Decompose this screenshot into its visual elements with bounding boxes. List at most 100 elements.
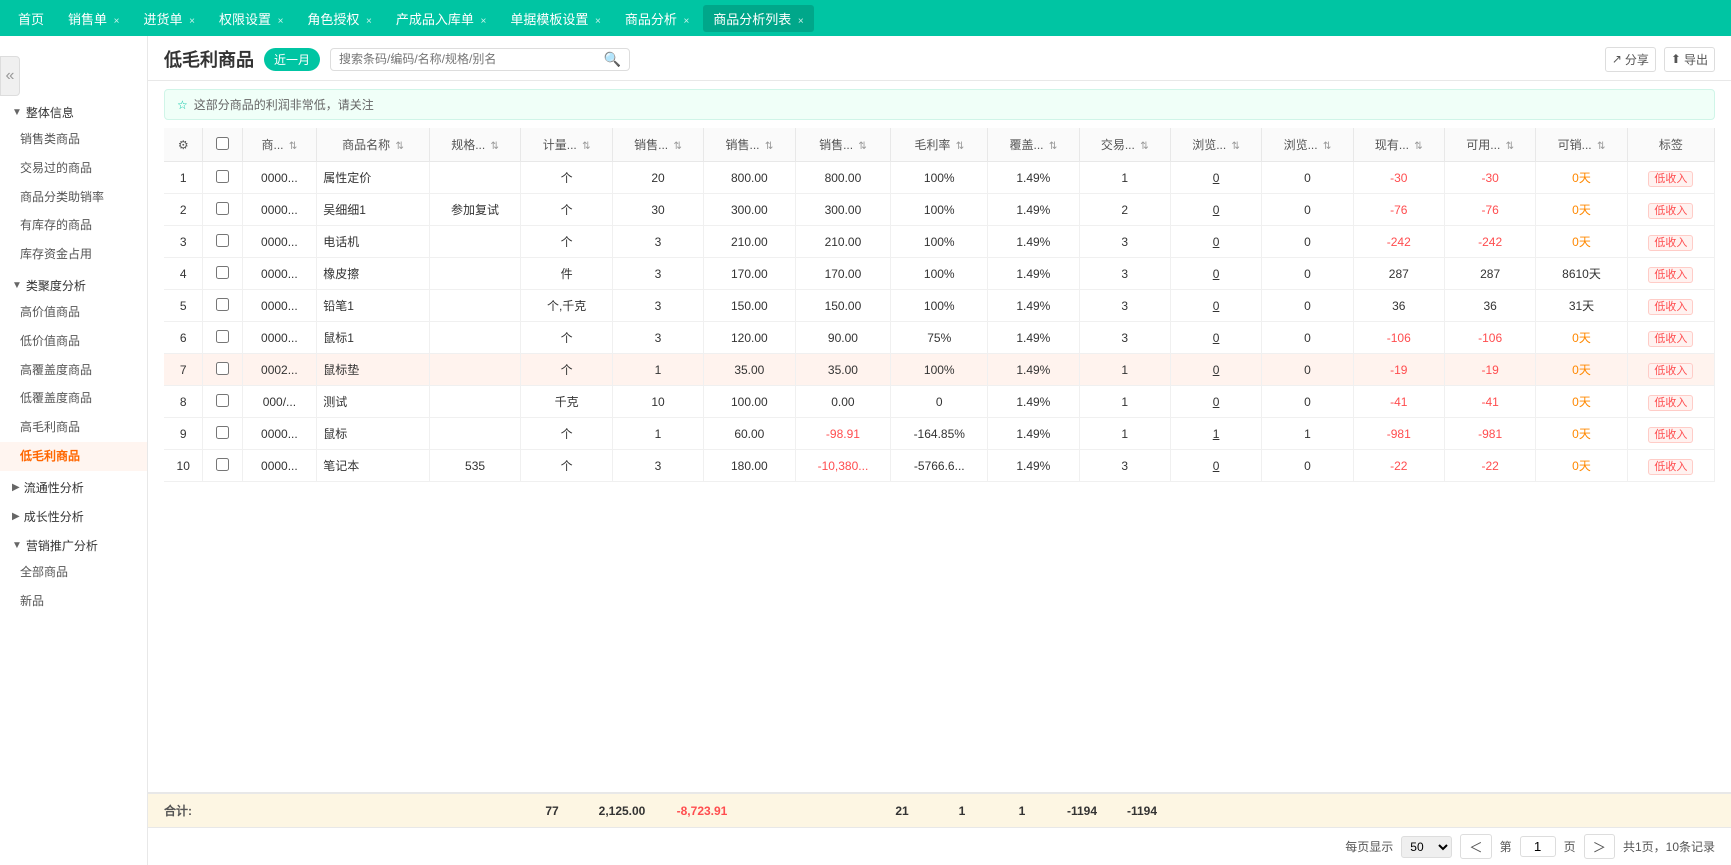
col-coverage[interactable]: 覆盖... ⇅ xyxy=(988,128,1079,162)
sidebar-group-growth[interactable]: ▶ 成长性分析 xyxy=(0,500,147,529)
nav-templates[interactable]: 单据模板设置 × xyxy=(500,5,610,32)
row-tag: 低收入 xyxy=(1627,290,1714,322)
nav-close-purchase[interactable]: × xyxy=(189,16,195,27)
nav-home[interactable]: 首页 xyxy=(8,5,54,32)
sidebar-group-cluster[interactable]: ▼ 类聚度分析 xyxy=(0,269,147,298)
row-coverage: 1.49% xyxy=(988,354,1079,386)
col-code[interactable]: 商... ⇅ xyxy=(242,128,317,162)
page-size-select[interactable]: 50 100 200 xyxy=(1401,836,1452,858)
sidebar-item-traded-goods[interactable]: 交易过的商品 xyxy=(0,154,147,183)
nav-close-products[interactable]: × xyxy=(481,16,487,27)
sidebar-group-liquidity[interactable]: ▶ 流通性分析 xyxy=(0,471,147,500)
nav-permissions[interactable]: 权限设置 × xyxy=(209,5,293,32)
table-row: 10000...属性定价个20800.00800.00100%1.49%100-… xyxy=(164,162,1715,194)
row-name: 笔记本 xyxy=(317,450,429,482)
row-checkbox-input[interactable] xyxy=(216,298,229,311)
row-checkbox-input[interactable] xyxy=(216,330,229,343)
nav-close-templates[interactable]: × xyxy=(595,16,601,27)
col-browse2[interactable]: 浏览... ⇅ xyxy=(1262,128,1353,162)
row-browse1[interactable]: 1 xyxy=(1170,418,1261,450)
nav-purchase[interactable]: 进货单 × xyxy=(133,5,204,32)
page-input[interactable] xyxy=(1520,836,1556,857)
sidebar-item-all-goods[interactable]: 全部商品 xyxy=(0,558,147,587)
row-browse1[interactable]: 0 xyxy=(1170,450,1261,482)
col-sale-amount[interactable]: 销售... ⇅ xyxy=(795,128,891,162)
row-browse1[interactable]: 0 xyxy=(1170,322,1261,354)
sidebar-group-overall[interactable]: ▼ 整体信息 xyxy=(0,96,147,125)
sidebar-item-new-goods[interactable]: 新品 xyxy=(0,587,147,616)
search-input[interactable] xyxy=(339,52,604,66)
sidebar-item-high-margin[interactable]: 高毛利商品 xyxy=(0,413,147,442)
sidebar-item-stocked-goods[interactable]: 有库存的商品 xyxy=(0,211,147,240)
row-browse1[interactable]: 0 xyxy=(1170,162,1261,194)
nav-sales[interactable]: 销售单 × xyxy=(58,5,129,32)
row-unit: 个 xyxy=(521,354,612,386)
col-sellable[interactable]: 可销... ⇅ xyxy=(1536,128,1627,162)
col-sale-qty[interactable]: 销售... ⇅ xyxy=(612,128,703,162)
row-checkbox[interactable] xyxy=(203,418,242,450)
row-checkbox-input[interactable] xyxy=(216,170,229,183)
time-filter-button[interactable]: 近一月 xyxy=(264,48,320,71)
nav-analysis-list[interactable]: 商品分析列表 × xyxy=(703,5,813,32)
nav-roles[interactable]: 角色授权 × xyxy=(297,5,381,32)
row-checkbox-input[interactable] xyxy=(216,266,229,279)
col-browse1[interactable]: 浏览... ⇅ xyxy=(1170,128,1261,162)
row-checkbox[interactable] xyxy=(203,258,242,290)
nav-analysis[interactable]: 商品分析 × xyxy=(615,5,699,32)
row-sellable: 0天 xyxy=(1536,386,1627,418)
row-checkbox-input[interactable] xyxy=(216,362,229,375)
col-tag[interactable]: 标签 xyxy=(1627,128,1714,162)
row-browse1[interactable]: 0 xyxy=(1170,290,1261,322)
sidebar-item-sales-goods[interactable]: 销售类商品 xyxy=(0,125,147,154)
row-checkbox-input[interactable] xyxy=(216,234,229,247)
row-checkbox-input[interactable] xyxy=(216,426,229,439)
share-button[interactable]: ↗ 分享 xyxy=(1605,47,1656,72)
row-checkbox-input[interactable] xyxy=(216,394,229,407)
sidebar-collapse-btn[interactable]: « xyxy=(0,56,20,96)
col-spec[interactable]: 规格... ⇅ xyxy=(429,128,521,162)
nav-products[interactable]: 产成品入库单 × xyxy=(386,5,496,32)
sidebar-item-low-value[interactable]: 低价值商品 xyxy=(0,327,147,356)
col-checkbox[interactable] xyxy=(203,128,242,162)
row-checkbox-input[interactable] xyxy=(216,202,229,215)
select-all-checkbox[interactable] xyxy=(216,137,229,150)
next-page-button[interactable]: ＞ xyxy=(1584,834,1615,859)
row-checkbox[interactable] xyxy=(203,194,242,226)
col-gross-margin[interactable]: 毛利率 ⇅ xyxy=(891,128,988,162)
col-current-stock[interactable]: 现有... ⇅ xyxy=(1353,128,1444,162)
nav-close-analysis[interactable]: × xyxy=(683,16,689,27)
col-available[interactable]: 可用... ⇅ xyxy=(1444,128,1535,162)
nav-close-roles[interactable]: × xyxy=(366,16,372,27)
row-checkbox[interactable] xyxy=(203,322,242,354)
row-checkbox[interactable] xyxy=(203,354,242,386)
row-checkbox[interactable] xyxy=(203,386,242,418)
row-checkbox[interactable] xyxy=(203,226,242,258)
row-browse1[interactable]: 0 xyxy=(1170,258,1261,290)
row-checkbox-input[interactable] xyxy=(216,458,229,471)
row-checkbox[interactable] xyxy=(203,450,242,482)
sidebar-item-low-coverage[interactable]: 低覆盖度商品 xyxy=(0,384,147,413)
export-button[interactable]: ⬆ 导出 xyxy=(1664,47,1715,72)
nav-close-analysis-list[interactable]: × xyxy=(798,16,804,27)
nav-close-permissions[interactable]: × xyxy=(278,16,284,27)
sidebar-item-stock-capital[interactable]: 库存资金占用 xyxy=(0,240,147,269)
sidebar-item-high-value[interactable]: 高价值商品 xyxy=(0,298,147,327)
sidebar-item-high-coverage[interactable]: 高覆盖度商品 xyxy=(0,356,147,385)
row-checkbox[interactable] xyxy=(203,290,242,322)
sidebar-item-category-rate[interactable]: 商品分类助销率 xyxy=(0,183,147,212)
col-transaction[interactable]: 交易... ⇅ xyxy=(1079,128,1170,162)
col-sale-price[interactable]: 销售... ⇅ xyxy=(704,128,795,162)
nav-close-sales[interactable]: × xyxy=(114,16,120,27)
col-unit[interactable]: 计量... ⇅ xyxy=(521,128,612,162)
row-browse1[interactable]: 0 xyxy=(1170,194,1261,226)
prev-page-button[interactable]: ＜ xyxy=(1460,834,1491,859)
row-checkbox[interactable] xyxy=(203,162,242,194)
row-browse1[interactable]: 0 xyxy=(1170,226,1261,258)
col-settings[interactable]: ⚙ xyxy=(164,128,203,162)
sidebar-item-low-margin[interactable]: 低毛利商品 xyxy=(0,442,147,471)
row-browse1[interactable]: 0 xyxy=(1170,354,1261,386)
row-browse1[interactable]: 0 xyxy=(1170,386,1261,418)
search-icon[interactable]: 🔍 xyxy=(604,51,621,68)
sidebar-group-marketing[interactable]: ▼ 营销推广分析 xyxy=(0,529,147,558)
col-name[interactable]: 商品名称 ⇅ xyxy=(317,128,429,162)
